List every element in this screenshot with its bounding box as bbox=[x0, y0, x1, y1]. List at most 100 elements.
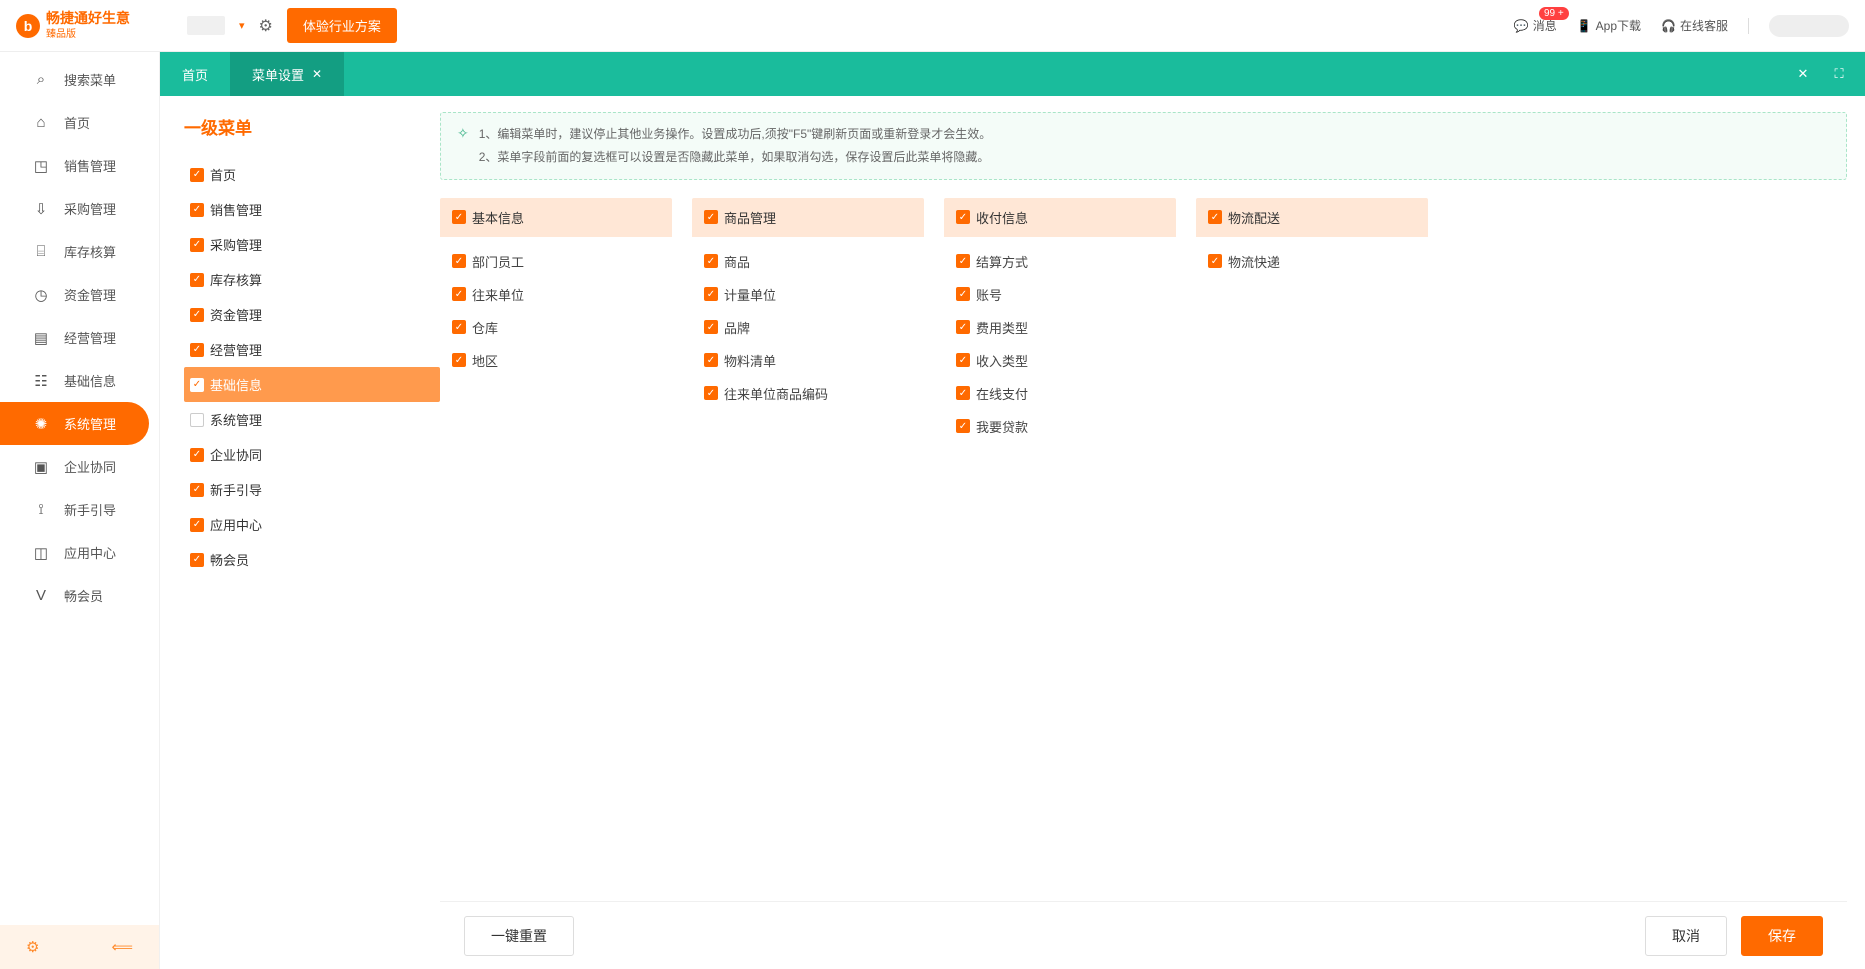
checkbox[interactable]: ✓ bbox=[190, 273, 204, 287]
checkbox[interactable]: ✓ bbox=[190, 203, 204, 217]
close-icon[interactable]: ✕ bbox=[312, 67, 322, 81]
gear-icon[interactable]: ⚙ bbox=[259, 16, 273, 36]
level1-menu-item-4[interactable]: ✓资金管理 bbox=[184, 297, 440, 332]
checkbox[interactable]: ✓ bbox=[452, 287, 466, 301]
close-all-tabs-button[interactable]: ✕ bbox=[1789, 60, 1817, 88]
checkbox[interactable]: ✓ bbox=[190, 518, 204, 532]
settings-icon[interactable]: ⚙ bbox=[26, 938, 39, 956]
account-selector[interactable]: ​ ▾ ⚙ bbox=[187, 16, 273, 36]
checkbox[interactable]: ✓ bbox=[190, 343, 204, 357]
card-row[interactable]: ✓结算方式 bbox=[944, 245, 1176, 278]
card-row[interactable]: ✓账号 bbox=[944, 278, 1176, 311]
card-row[interactable]: ✓我要贷款 bbox=[944, 410, 1176, 443]
sidebar-item-10[interactable]: ⟟新手引导 bbox=[0, 488, 159, 531]
checkbox[interactable]: ✓ bbox=[190, 308, 204, 322]
checkbox[interactable]: ✓ bbox=[704, 287, 718, 301]
checkbox[interactable]: ✓ bbox=[956, 419, 970, 433]
sidebar-item-11[interactable]: ◫应用中心 bbox=[0, 531, 159, 574]
card-row[interactable]: ✓物流快递 bbox=[1196, 245, 1428, 278]
logo[interactable]: b 畅捷通好生意 臻品版 bbox=[16, 11, 171, 40]
card-header[interactable]: ✓基本信息 bbox=[440, 198, 672, 237]
card-row[interactable]: ✓往来单位 bbox=[440, 278, 672, 311]
checkbox[interactable]: ✓ bbox=[704, 210, 718, 224]
card-row[interactable]: ✓在线支付 bbox=[944, 377, 1176, 410]
level1-menu-item-3[interactable]: ✓库存核算 bbox=[184, 262, 440, 297]
sidebar-item-0[interactable]: ⌕搜索菜单 bbox=[0, 58, 159, 101]
checkbox[interactable]: ✓ bbox=[452, 210, 466, 224]
app-download-link[interactable]: 📱 App下载 bbox=[1577, 17, 1641, 34]
card-row[interactable]: ✓物料清单 bbox=[692, 344, 924, 377]
checkbox[interactable]: ✓ bbox=[956, 287, 970, 301]
sidebar-item-12[interactable]: V畅会员 bbox=[0, 574, 159, 617]
sidebar-footer: ⚙ ⟸ bbox=[0, 925, 159, 969]
checkbox[interactable]: ✓ bbox=[190, 238, 204, 252]
checkbox[interactable]: ✓ bbox=[704, 320, 718, 334]
sidebar-item-4[interactable]: ⌸库存核算 bbox=[0, 230, 159, 273]
card-row[interactable]: ✓ 费用类型 bbox=[944, 311, 1176, 344]
checkbox[interactable]: ✓ bbox=[190, 378, 204, 392]
fullscreen-button[interactable]: ⛶ bbox=[1825, 60, 1853, 88]
card-header[interactable]: ✓收付信息 bbox=[944, 198, 1176, 237]
sidebar-item-2[interactable]: ◳销售管理 bbox=[0, 144, 159, 187]
card-header[interactable]: ✓商品管理 bbox=[692, 198, 924, 237]
messages-link[interactable]: 💬 消息 99 + bbox=[1514, 17, 1557, 34]
sidebar-item-1[interactable]: ⌂首页 bbox=[0, 101, 159, 144]
tab-0[interactable]: 首页 bbox=[160, 52, 230, 96]
checkbox[interactable]: ✓ bbox=[956, 353, 970, 367]
reset-button[interactable]: 一键重置 bbox=[464, 916, 574, 956]
level1-menu-item-9[interactable]: ✓新手引导 bbox=[184, 472, 440, 507]
level1-menu-item-11[interactable]: ✓畅会员 bbox=[184, 542, 440, 577]
checkbox[interactable]: ✓ bbox=[452, 254, 466, 268]
card-header[interactable]: ✓物流配送 bbox=[1196, 198, 1428, 237]
card-row[interactable]: ✓品牌 bbox=[692, 311, 924, 344]
checkbox[interactable]: ✓ bbox=[190, 168, 204, 182]
level1-menu-item-label: 系统管理 bbox=[210, 410, 262, 429]
card-row[interactable]: ✓商品 bbox=[692, 245, 924, 278]
checkbox[interactable]: ✓ bbox=[190, 553, 204, 567]
level1-menu-item-0[interactable]: ✓首页 bbox=[184, 157, 440, 192]
card-row[interactable]: ✓部门员工 bbox=[440, 245, 672, 278]
checkbox[interactable]: ✓ bbox=[190, 483, 204, 497]
checkbox[interactable]: ✓ bbox=[704, 353, 718, 367]
avatar[interactable] bbox=[1769, 15, 1849, 37]
checkbox[interactable]: ✓ bbox=[956, 320, 970, 334]
checkbox[interactable] bbox=[190, 413, 204, 427]
card-row-label: 收入类型 bbox=[976, 351, 1028, 370]
try-industry-button[interactable]: 体验行业方案 bbox=[287, 8, 397, 43]
tab-1[interactable]: 菜单设置✕ bbox=[230, 52, 344, 96]
level1-menu-item-8[interactable]: ✓企业协同 bbox=[184, 437, 440, 472]
sidebar-item-9[interactable]: ▣企业协同 bbox=[0, 445, 159, 488]
card-row[interactable]: ✓计量单位 bbox=[692, 278, 924, 311]
level1-menu-item-5[interactable]: ✓经营管理 bbox=[184, 332, 440, 367]
level1-menu-item-2[interactable]: ✓采购管理 bbox=[184, 227, 440, 262]
checkbox[interactable]: ✓ bbox=[452, 320, 466, 334]
checkbox[interactable]: ✓ bbox=[452, 353, 466, 367]
sidebar-item-6[interactable]: ▤经营管理 bbox=[0, 316, 159, 359]
card-row[interactable]: ✓往来单位商品编码 bbox=[692, 377, 924, 410]
checkbox[interactable]: ✓ bbox=[190, 448, 204, 462]
level1-menu-item-6[interactable]: ✓基础信息 bbox=[184, 367, 440, 402]
checkbox[interactable]: ✓ bbox=[956, 386, 970, 400]
checkbox[interactable]: ✓ bbox=[956, 254, 970, 268]
save-button[interactable]: 保存 bbox=[1741, 916, 1823, 956]
checkbox[interactable]: ✓ bbox=[704, 254, 718, 268]
sidebar-item-8[interactable]: ✺系统管理 bbox=[0, 402, 149, 445]
sidebar-item-7[interactable]: ☷基础信息 bbox=[0, 359, 159, 402]
level1-menu-item-1[interactable]: ✓销售管理 bbox=[184, 192, 440, 227]
checkbox[interactable]: ✓ bbox=[1208, 254, 1222, 268]
sidebar-item-3[interactable]: ⇩采购管理 bbox=[0, 187, 159, 230]
level1-menu-item-7[interactable]: 系统管理 bbox=[184, 402, 440, 437]
card-row[interactable]: ✓地区 bbox=[440, 344, 672, 377]
card-row-label: 费用类型 bbox=[976, 318, 1028, 337]
cancel-button[interactable]: 取消 bbox=[1645, 916, 1727, 956]
sidebar-item-icon: ◫ bbox=[32, 544, 50, 562]
collapse-icon[interactable]: ⟸ bbox=[111, 938, 133, 956]
checkbox[interactable]: ✓ bbox=[1208, 210, 1222, 224]
checkbox[interactable]: ✓ bbox=[956, 210, 970, 224]
online-service-link[interactable]: 🎧 在线客服 bbox=[1661, 17, 1728, 34]
card-row[interactable]: ✓ 收入类型 bbox=[944, 344, 1176, 377]
level1-menu-item-10[interactable]: ✓应用中心 bbox=[184, 507, 440, 542]
card-row[interactable]: ✓仓库 bbox=[440, 311, 672, 344]
sidebar-item-5[interactable]: ◷资金管理 bbox=[0, 273, 159, 316]
checkbox[interactable]: ✓ bbox=[704, 386, 718, 400]
